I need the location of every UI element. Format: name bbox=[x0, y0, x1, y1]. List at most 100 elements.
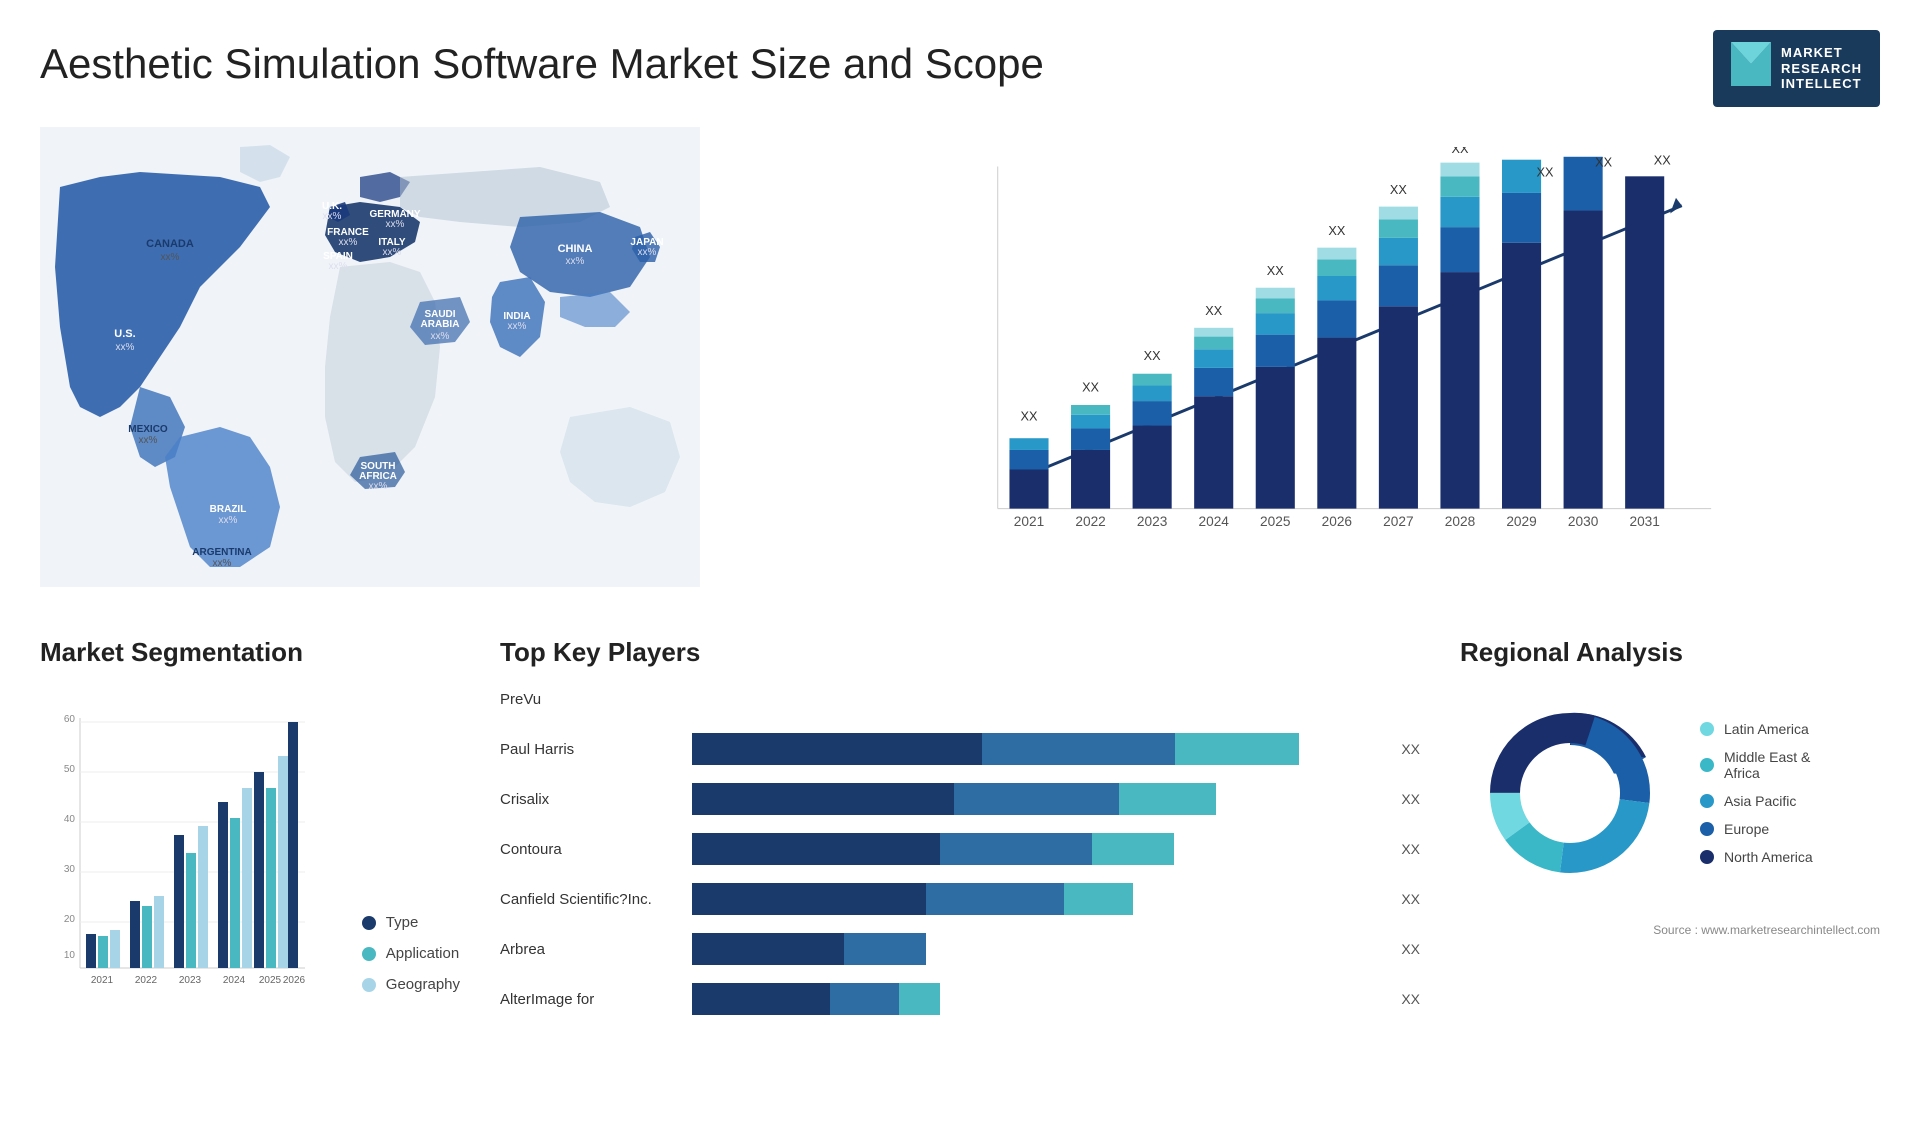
svg-text:ARABIA: ARABIA bbox=[421, 319, 460, 330]
reg-legend-latin-america: Latin America bbox=[1700, 721, 1813, 737]
svg-text:CANADA: CANADA bbox=[146, 238, 194, 250]
svg-text:2021: 2021 bbox=[91, 975, 114, 986]
legend-dot-application bbox=[362, 947, 376, 961]
svg-text:2021: 2021 bbox=[1014, 514, 1044, 529]
player-value-alterimage: XX bbox=[1401, 991, 1420, 1007]
svg-text:xx%: xx% bbox=[323, 211, 342, 222]
reg-label-asia-pacific: Asia Pacific bbox=[1724, 793, 1796, 809]
player-bar-seg3-contoura bbox=[1092, 833, 1175, 865]
seg-content: 60 50 40 30 20 10 bbox=[40, 683, 460, 1023]
reg-dot-europe bbox=[1700, 822, 1714, 836]
svg-text:10: 10 bbox=[64, 950, 76, 961]
reg-legend-europe: Europe bbox=[1700, 821, 1813, 837]
regional-title: Regional Analysis bbox=[1460, 637, 1880, 668]
player-bar-canfield bbox=[692, 883, 1381, 915]
svg-text:30: 30 bbox=[64, 864, 76, 875]
player-bar-prevu bbox=[692, 683, 1400, 715]
svg-text:60: 60 bbox=[64, 714, 76, 725]
top-row: CANADA xx% U.S. xx% MEXICO xx% BRAZIL xx… bbox=[40, 127, 1880, 607]
header: Aesthetic Simulation Software Market Siz… bbox=[40, 30, 1880, 107]
donut-container bbox=[1460, 683, 1680, 903]
player-name-crisalix: Crisalix bbox=[500, 791, 680, 808]
player-bar-seg2-arbrea bbox=[844, 933, 927, 965]
player-value-canfield: XX bbox=[1401, 891, 1420, 907]
reg-dot-asia-pacific bbox=[1700, 794, 1714, 808]
svg-text:xx%: xx% bbox=[139, 435, 158, 446]
player-value-arbrea: XX bbox=[1401, 941, 1420, 957]
player-bar-seg1-canfield bbox=[692, 883, 926, 915]
svg-text:2023: 2023 bbox=[179, 975, 202, 986]
svg-text:2026: 2026 bbox=[283, 975, 306, 986]
player-bar-seg2-contoura bbox=[940, 833, 1092, 865]
player-bar-seg1-alterimage bbox=[692, 983, 830, 1015]
player-bar-seg2-paulharris bbox=[982, 733, 1175, 765]
player-bar-paulharris bbox=[692, 733, 1381, 765]
legend-dot-type bbox=[362, 916, 376, 930]
source-text: Source : www.marketresearchintellect.com bbox=[1460, 923, 1880, 937]
svg-text:20: 20 bbox=[64, 914, 76, 925]
reg-legend-me-africa: Middle East &Africa bbox=[1700, 749, 1813, 781]
player-value-contoura: XX bbox=[1401, 841, 1420, 857]
reg-dot-me-africa bbox=[1700, 758, 1714, 772]
player-name-alterimage: AlterImage for bbox=[500, 991, 680, 1008]
player-bar-seg1-paulharris bbox=[692, 733, 982, 765]
players-section: Top Key Players PreVu Paul Harris XX bbox=[480, 637, 1440, 1077]
player-bar-seg2-alterimage bbox=[830, 983, 899, 1015]
svg-text:2025: 2025 bbox=[259, 975, 282, 986]
svg-text:2024: 2024 bbox=[223, 975, 246, 986]
svg-text:2022: 2022 bbox=[135, 975, 158, 986]
player-bar-seg1-arbrea bbox=[692, 933, 844, 965]
player-bar-seg3-alterimage bbox=[899, 983, 940, 1015]
segmentation-section: Market Segmentation 60 50 40 30 20 10 bbox=[40, 637, 460, 1077]
player-bar-arbrea bbox=[692, 933, 1381, 965]
player-row-canfield: Canfield Scientific?Inc. XX bbox=[500, 883, 1420, 915]
player-row-prevu: PreVu bbox=[500, 683, 1420, 715]
svg-text:xx%: xx% bbox=[213, 558, 232, 569]
svg-text:XX: XX bbox=[1021, 410, 1038, 424]
reg-legend-asia-pacific: Asia Pacific bbox=[1700, 793, 1813, 809]
legend-label-application: Application bbox=[386, 945, 459, 962]
svg-text:XX: XX bbox=[1595, 156, 1612, 170]
svg-text:MEXICO: MEXICO bbox=[128, 424, 168, 435]
reg-dot-latin-america bbox=[1700, 722, 1714, 736]
reg-label-me-africa: Middle East &Africa bbox=[1724, 749, 1810, 781]
svg-text:xx%: xx% bbox=[339, 237, 358, 248]
svg-text:XX: XX bbox=[1452, 147, 1469, 156]
bar-chart-section: 2021 XX 2022 XX 2023 XX bbox=[740, 127, 1880, 607]
svg-text:xx%: xx% bbox=[566, 256, 585, 267]
svg-text:xx%: xx% bbox=[638, 247, 657, 258]
player-bar-contoura bbox=[692, 833, 1381, 865]
svg-text:2024: 2024 bbox=[1198, 514, 1229, 529]
player-name-paulharris: Paul Harris bbox=[500, 741, 680, 758]
svg-text:XX: XX bbox=[1537, 165, 1554, 179]
regional-section: Regional Analysis bbox=[1460, 637, 1880, 1077]
player-row-arbrea: Arbrea XX bbox=[500, 933, 1420, 965]
regional-content: Latin America Middle East &Africa Asia P… bbox=[1460, 683, 1880, 903]
world-map-section: CANADA xx% U.S. xx% MEXICO xx% BRAZIL xx… bbox=[40, 127, 720, 607]
svg-text:XX: XX bbox=[1654, 154, 1671, 168]
svg-text:CHINA: CHINA bbox=[558, 243, 593, 255]
player-bar-seg2-crisalix bbox=[954, 783, 1119, 815]
seg-legend: Type Application Geography bbox=[362, 914, 460, 1023]
svg-text:ARGENTINA: ARGENTINA bbox=[192, 547, 251, 558]
reg-legend-north-america: North America bbox=[1700, 849, 1813, 865]
page: Aesthetic Simulation Software Market Siz… bbox=[0, 0, 1920, 1146]
legend-label-type: Type bbox=[386, 914, 419, 931]
player-bar-alterimage bbox=[692, 983, 1381, 1015]
logo-letter bbox=[1731, 42, 1771, 95]
player-row-contoura: Contoura XX bbox=[500, 833, 1420, 865]
svg-text:xx%: xx% bbox=[508, 321, 527, 332]
svg-text:U.S.: U.S. bbox=[114, 328, 135, 340]
svg-text:xx%: xx% bbox=[116, 342, 135, 353]
player-value-paulharris: XX bbox=[1401, 741, 1420, 757]
player-row-paulharris: Paul Harris XX bbox=[500, 733, 1420, 765]
svg-text:XX: XX bbox=[1082, 380, 1099, 394]
reg-label-north-america: North America bbox=[1724, 849, 1813, 865]
svg-text:xx%: xx% bbox=[161, 252, 180, 263]
logo-text: MARKET RESEARCH INTELLECT bbox=[1781, 45, 1862, 92]
page-title: Aesthetic Simulation Software Market Siz… bbox=[40, 40, 1044, 88]
seg-chart: 60 50 40 30 20 10 bbox=[40, 708, 342, 1023]
svg-text:XX: XX bbox=[1144, 349, 1161, 363]
svg-text:2028: 2028 bbox=[1445, 514, 1476, 529]
player-name-arbrea: Arbrea bbox=[500, 941, 680, 958]
